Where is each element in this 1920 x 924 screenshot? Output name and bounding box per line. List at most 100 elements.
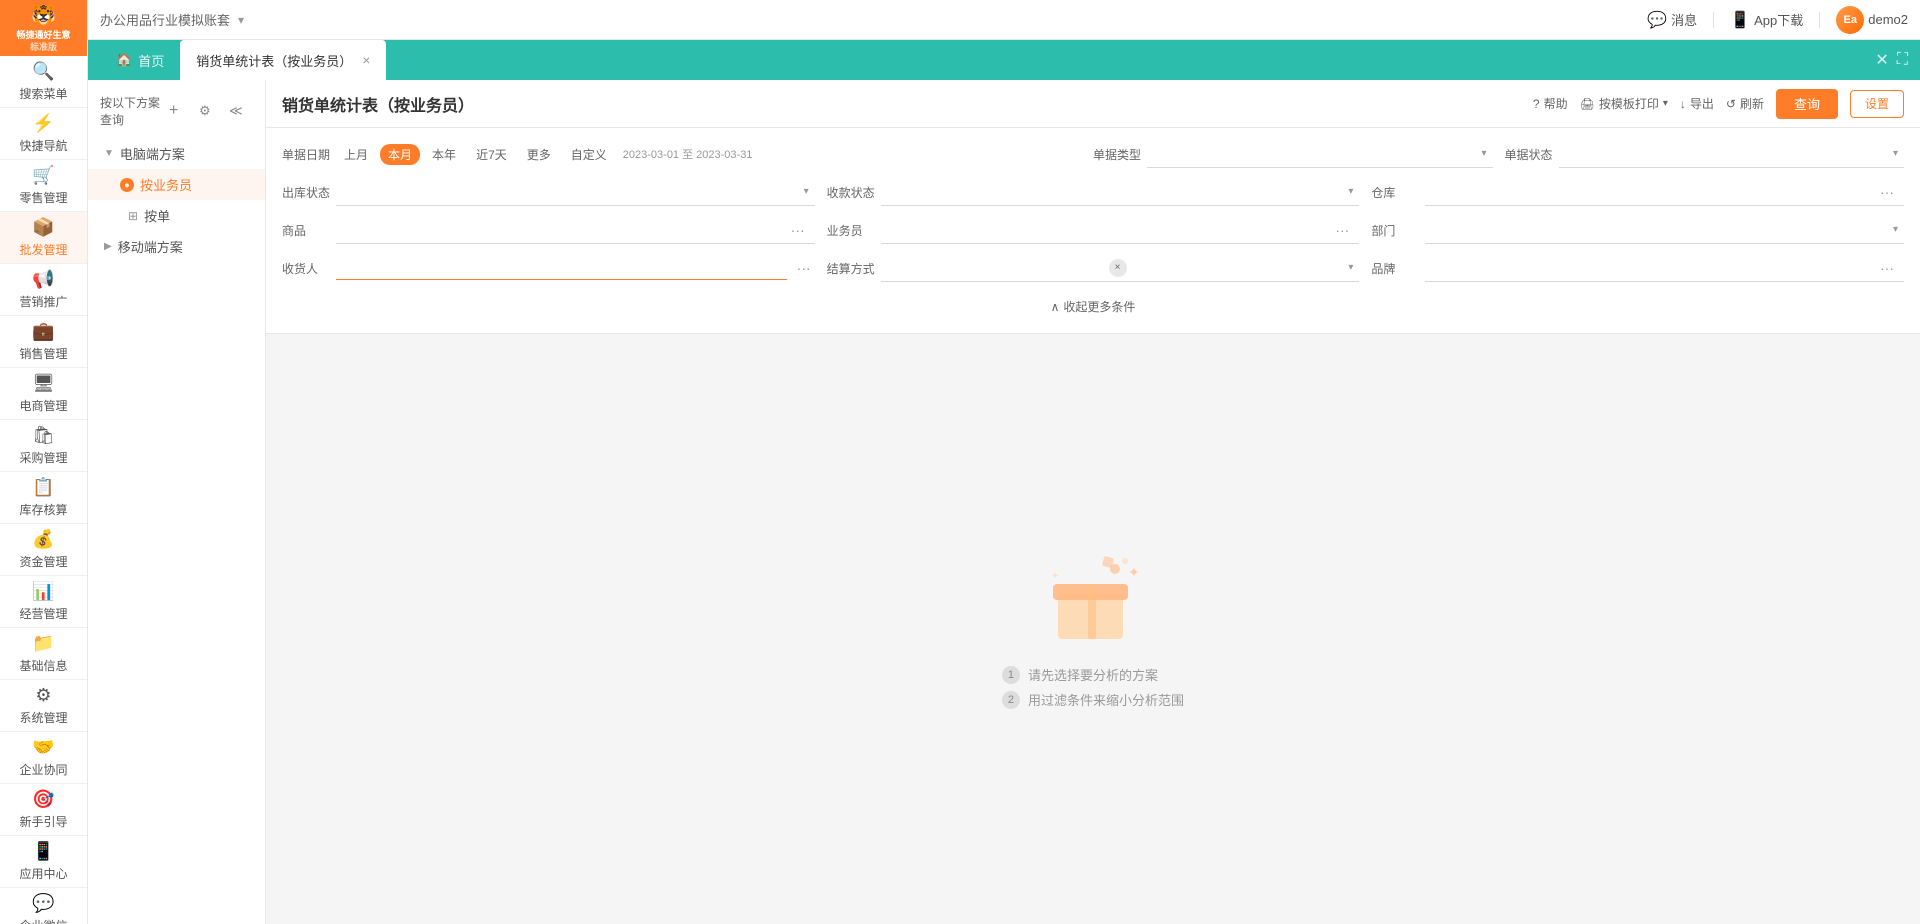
brand-dots[interactable]: ··· xyxy=(1876,260,1898,276)
right-panel: 销货单统计表（按业务员） ? 帮助 🖨 按模板打印 ▾ ↓ 导出 xyxy=(266,80,1920,924)
help-button[interactable]: ? 帮助 xyxy=(1533,95,1568,112)
salesperson-select[interactable]: ··· xyxy=(881,216,1360,244)
tree-salesperson-scheme[interactable]: ● 按业务员 xyxy=(88,169,265,200)
refresh-button[interactable]: ↺ 刷新 xyxy=(1726,95,1764,112)
order-status-filter: 单据状态 ▾ xyxy=(1505,140,1905,168)
settlement-select[interactable]: × ▾ xyxy=(881,254,1360,282)
sidebar-item-wechat[interactable]: 💬 企业微信 xyxy=(0,888,88,924)
wechat-icon: 💬 xyxy=(32,893,54,914)
sidebar-item-system[interactable]: ⚙ 系统管理 xyxy=(0,680,88,732)
warehouse-dots[interactable]: ··· xyxy=(1876,184,1898,200)
filter-row-4: 收货人 ··· 结算方式 × ▾ xyxy=(282,254,1904,282)
sidebar-item-wholesale[interactable]: 📦 批发管理 xyxy=(0,212,88,264)
warehouse-select[interactable]: ··· xyxy=(1425,178,1904,206)
salesperson-label: 业务员 xyxy=(827,222,875,239)
logo-icon: 🐯 xyxy=(31,3,56,28)
print-button[interactable]: 🖨 按模板打印 ▾ xyxy=(1580,95,1668,112)
goods-select[interactable]: ··· xyxy=(336,216,815,244)
sidebar-item-search-menu[interactable]: 🔍 搜索菜单 xyxy=(0,56,88,108)
help-icon: ? xyxy=(1533,97,1540,111)
sidebar-item-cooperation[interactable]: 🤝 企业协同 xyxy=(0,732,88,784)
dropdown-arrow[interactable]: ▾ xyxy=(238,13,244,27)
query-button[interactable]: 查询 xyxy=(1776,89,1838,119)
sidebar-item-finance[interactable]: 💰 资金管理 xyxy=(0,524,88,576)
sidebar-item-retail[interactable]: 🛒 零售管理 xyxy=(0,160,88,212)
sidebar-item-operation[interactable]: 📊 经营管理 xyxy=(0,576,88,628)
finance-icon: 💰 xyxy=(32,529,54,550)
goods-dots[interactable]: ··· xyxy=(787,222,809,238)
tree-mobile-schemes[interactable]: ▶ 移动端方案 xyxy=(88,231,265,262)
collapse-more-button[interactable]: ∧ 收起更多条件 xyxy=(282,292,1904,321)
sidebar-item-quick-nav[interactable]: ⚡ 快捷导航 xyxy=(0,108,88,160)
tab-bar-right: ✕ ⛶ xyxy=(1875,50,1920,70)
sidebar-item-label: 零售管理 xyxy=(19,189,67,206)
sidebar-item-inventory[interactable]: 📋 库存核算 xyxy=(0,472,88,524)
export-button[interactable]: ↓ 导出 xyxy=(1680,95,1714,112)
order-status-label: 单据状态 xyxy=(1505,146,1553,163)
maximize-window-button[interactable]: ⛶ xyxy=(1897,51,1908,69)
date-tab-last-month[interactable]: 上月 xyxy=(336,144,376,165)
help-label: 帮助 xyxy=(1544,95,1568,112)
date-tab-7days[interactable]: 近7天 xyxy=(468,144,515,165)
add-scheme-button[interactable]: + xyxy=(169,99,193,123)
payment-status-select[interactable]: ▾ xyxy=(881,178,1360,206)
date-tab-more[interactable]: 更多 xyxy=(519,144,559,165)
tree-pc-schemes[interactable]: ▼ 电脑端方案 xyxy=(88,138,265,169)
order-status-select[interactable]: ▾ xyxy=(1559,140,1904,168)
sidebar-item-newbie[interactable]: 🎯 新手引导 xyxy=(0,784,88,836)
content-area: ✦ ✦ 1 请先选择要分析的方案 2 用过滤条件来缩小分析范围 xyxy=(266,334,1920,924)
salesperson-filter: 业务员 ··· xyxy=(827,216,1360,244)
brand-label: 品牌 xyxy=(1371,260,1419,277)
page-title-bar: 销货单统计表（按业务员） ? 帮助 🖨 按模板打印 ▾ ↓ 导出 xyxy=(266,80,1920,128)
tab-close-button[interactable]: × xyxy=(362,52,370,68)
tree-by-order[interactable]: ⊞ 按单 xyxy=(88,200,265,231)
ecommerce-icon: 🖥 xyxy=(32,373,55,394)
sidebar-item-label: 应用中心 xyxy=(19,865,67,882)
search-menu-icon: 🔍 xyxy=(32,61,54,82)
sidebar-item-label: 搜索菜单 xyxy=(19,85,67,102)
workspace-info: 办公用品行业模拟账套 ▾ xyxy=(100,10,244,29)
department-select[interactable]: ▾ xyxy=(1425,216,1904,244)
receiver-input[interactable] xyxy=(336,257,787,280)
sidebar-item-ecommerce[interactable]: 🖥 电商管理 xyxy=(0,368,88,420)
sidebar-item-apps[interactable]: 📱 应用中心 xyxy=(0,836,88,888)
main-content: 办公用品行业模拟账套 ▾ 💬 消息 📱 App下载 Ea demo2 xyxy=(88,0,1920,924)
app-download-button[interactable]: 📱 App下载 xyxy=(1730,10,1803,30)
date-tab-this-month[interactable]: 本月 xyxy=(380,144,420,165)
message-button[interactable]: 💬 消息 xyxy=(1647,10,1697,30)
marketing-icon: 📢 xyxy=(32,269,54,290)
app-logo: 🐯 畅捷通好生意 标准版 xyxy=(0,0,88,56)
receiver-dots[interactable]: ··· xyxy=(793,260,815,276)
settings-button[interactable]: 设置 xyxy=(1850,90,1904,118)
avatar: Ea xyxy=(1836,6,1864,34)
sidebar-item-sales[interactable]: 💼 销售管理 xyxy=(0,316,88,368)
empty-step-1: 1 请先选择要分析的方案 xyxy=(1002,665,1184,684)
date-tab-custom[interactable]: 自定义 xyxy=(563,144,615,165)
settlement-clear-button[interactable]: × xyxy=(1109,259,1127,277)
divider1 xyxy=(1713,12,1714,28)
salesperson-dots[interactable]: ··· xyxy=(1331,222,1353,238)
inventory-icon: 📋 xyxy=(32,477,54,498)
delivery-status-select[interactable]: ▾ xyxy=(336,178,815,206)
sidebar-item-marketing[interactable]: 📢 营销推广 xyxy=(0,264,88,316)
warehouse-label: 仓库 xyxy=(1371,184,1419,201)
brand-select[interactable]: ··· xyxy=(1425,254,1904,282)
operation-icon: 📊 xyxy=(32,581,54,602)
sidebar: 🐯 畅捷通好生意 标准版 🔍 搜索菜单 ⚡ 快捷导航 🛒 零售管理 📦 批发管理… xyxy=(0,0,88,924)
scheme-settings-button[interactable]: ⚙ xyxy=(199,99,223,123)
date-label: 单据日期 xyxy=(282,146,330,163)
left-panel: 按以下方案查询 + ⚙ ≪ ▼ 电脑端方案 ● 按业务员 xyxy=(88,80,266,924)
add-icon: + xyxy=(169,102,193,120)
payment-status-arrow: ▾ xyxy=(1348,186,1353,197)
tab-active[interactable]: 销货单统计表（按业务员） × xyxy=(180,40,386,80)
sidebar-item-purchase[interactable]: 🛍 采购管理 xyxy=(0,420,88,472)
sidebar-item-label: 营销推广 xyxy=(19,293,67,310)
tab-home[interactable]: 🏠 首页 xyxy=(100,40,180,80)
collapse-panel-button[interactable]: ≪ xyxy=(229,99,253,123)
date-tab-this-year[interactable]: 本年 xyxy=(424,144,464,165)
order-type-select[interactable]: ▾ xyxy=(1147,140,1492,168)
sidebar-item-basic[interactable]: 📁 基础信息 xyxy=(0,628,88,680)
salesperson-scheme-label: 按业务员 xyxy=(140,175,192,194)
user-profile[interactable]: Ea demo2 xyxy=(1836,6,1908,34)
close-window-button[interactable]: ✕ xyxy=(1875,50,1888,70)
